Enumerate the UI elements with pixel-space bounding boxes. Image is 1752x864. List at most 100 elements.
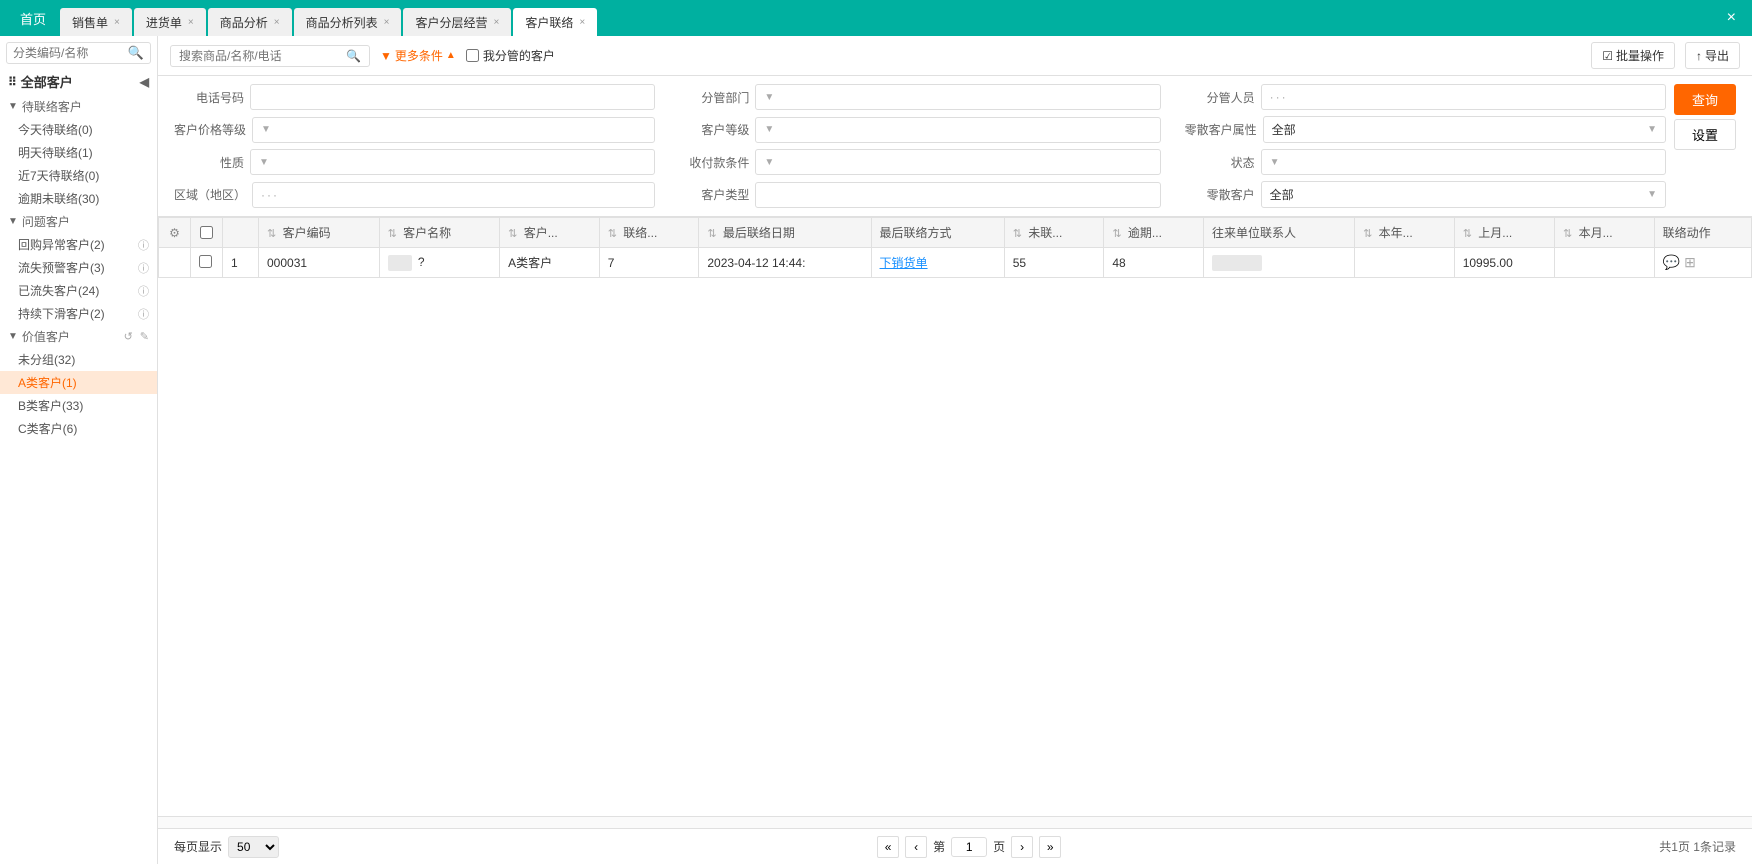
horizontal-scrollbar[interactable] bbox=[158, 816, 1752, 828]
my-customers-filter[interactable]: 我分管的客户 bbox=[466, 47, 555, 64]
grid-action-icon[interactable]: ⊞ bbox=[1684, 254, 1696, 271]
status-select[interactable]: ▼ bbox=[1261, 149, 1666, 175]
col-last-month: ⇅ 上月... bbox=[1454, 218, 1554, 248]
page-number-input[interactable] bbox=[951, 837, 987, 857]
group-problem-customers[interactable]: ▼ 问题客户 bbox=[0, 210, 157, 233]
sidebar-item-churn-warning[interactable]: 流失预警客户(3) ⓘ bbox=[0, 256, 157, 279]
set-button[interactable]: 设置 bbox=[1674, 119, 1736, 150]
retail-customer-select[interactable]: 全部 ▼ bbox=[1261, 181, 1666, 208]
today-label: 今天待联络(0) bbox=[18, 121, 93, 138]
page-size-select[interactable]: 20 50 100 200 bbox=[228, 836, 279, 858]
tab-customer-contact[interactable]: 客户联络 × bbox=[513, 8, 597, 36]
last-method-link[interactable]: 下销货单 bbox=[880, 256, 928, 270]
col-unit-contact: 往来单位联系人 bbox=[1203, 218, 1354, 248]
sidebar-item-declining[interactable]: 持续下滑客户(2) ⓘ bbox=[0, 302, 157, 325]
sidebar-search-icon[interactable]: 🔍 bbox=[128, 45, 144, 61]
tab-purchase[interactable]: 进货单 × bbox=[134, 8, 206, 36]
phone-input[interactable] bbox=[250, 84, 655, 110]
class-b-label: B类客户(33) bbox=[18, 397, 83, 414]
tab-customer-contact-close[interactable]: × bbox=[579, 17, 585, 28]
customer-grade-field: 客户等级 ▼ bbox=[679, 117, 1160, 143]
price-grade-select[interactable]: ▼ bbox=[252, 117, 655, 143]
global-close-button[interactable]: × bbox=[1719, 9, 1744, 27]
gear-icon[interactable]: ⚙ bbox=[169, 226, 180, 240]
col-last-method: 最后联络方式 bbox=[871, 218, 1004, 248]
group-pending-contact[interactable]: ▼ 待联络客户 bbox=[0, 95, 157, 118]
sidebar-item-today[interactable]: 今天待联络(0) bbox=[0, 118, 157, 141]
tab-purchase-close[interactable]: × bbox=[188, 17, 194, 28]
customer-grade-select[interactable]: ▼ bbox=[755, 117, 1160, 143]
sidebar-item-class-b[interactable]: B类客户(33) bbox=[0, 394, 157, 417]
grid-icon: ⠿ bbox=[8, 75, 17, 89]
customer-type-input[interactable] bbox=[755, 182, 1160, 208]
name-text: ? bbox=[418, 255, 425, 269]
tab-customer-segment-close[interactable]: × bbox=[493, 17, 499, 28]
sidebar-search-box[interactable]: 🔍 bbox=[6, 42, 151, 64]
sidebar-item-tomorrow[interactable]: 明天待联络(1) bbox=[0, 141, 157, 164]
tab-sales[interactable]: 销售单 × bbox=[60, 8, 132, 36]
refresh-icon[interactable]: ↺ bbox=[124, 330, 133, 343]
query-button[interactable]: 查询 bbox=[1674, 84, 1736, 115]
all-customers-header[interactable]: ⠿ 全部客户 ◀ bbox=[0, 68, 157, 95]
select-all-checkbox[interactable] bbox=[200, 226, 213, 239]
group-value-customers[interactable]: ▼ 价值客户 ↺ ✎ bbox=[0, 325, 157, 348]
chat-action-icon[interactable]: 💬 bbox=[1663, 254, 1680, 271]
table-header-row: ⚙ ⇅ 客户编码 bbox=[159, 218, 1752, 248]
problem-arrow-icon: ▼ bbox=[8, 216, 18, 227]
col-no-contact-label: 未联... bbox=[1028, 226, 1062, 240]
col-action-label: 联络动作 bbox=[1663, 226, 1711, 240]
tab-analysis-list[interactable]: 商品分析列表 × bbox=[294, 8, 402, 36]
sidebar-collapse-icon[interactable]: ◀ bbox=[140, 75, 149, 89]
batch-action-button[interactable]: ☑ 批量操作 bbox=[1591, 42, 1675, 69]
filter-row-2: 客户价格等级 ▼ 客户等级 ▼ bbox=[174, 116, 1666, 143]
customer-grade-chevron: ▼ bbox=[764, 124, 774, 135]
sidebar-item-class-c[interactable]: C类客户(6) bbox=[0, 417, 157, 440]
tab-sales-close[interactable]: × bbox=[114, 17, 120, 28]
more-filters-button[interactable]: ▼ 更多条件 ▲ bbox=[380, 47, 456, 64]
tab-analysis-close[interactable]: × bbox=[274, 17, 280, 28]
payment-select[interactable]: ▼ bbox=[755, 149, 1160, 175]
col-icon-overdue: ⇅ bbox=[1112, 228, 1121, 240]
retail-attr-select[interactable]: 全部 ▼ bbox=[1263, 116, 1666, 143]
col-icon-this-month: ⇅ bbox=[1563, 228, 1572, 240]
last-page-button[interactable]: » bbox=[1039, 836, 1061, 858]
region-input[interactable]: ··· bbox=[252, 182, 655, 208]
main-search-input[interactable] bbox=[179, 49, 342, 63]
home-tab[interactable]: 首页 bbox=[8, 0, 58, 36]
main-search-box[interactable]: 🔍 bbox=[170, 45, 370, 67]
tab-customer-segment[interactable]: 客户分层经营 × bbox=[403, 8, 511, 36]
prev-page-button[interactable]: ‹ bbox=[905, 836, 927, 858]
sidebar-item-7days[interactable]: 近7天待联络(0) bbox=[0, 164, 157, 187]
col-this-month-label: 本月... bbox=[1579, 226, 1613, 240]
next-page-button[interactable]: › bbox=[1011, 836, 1033, 858]
cell-no-contact: 55 bbox=[1004, 248, 1104, 278]
export-button[interactable]: ↑ 导出 bbox=[1685, 42, 1740, 69]
sidebar-item-repurchase-abnormal[interactable]: 回购异常客户(2) ⓘ bbox=[0, 233, 157, 256]
first-page-button[interactable]: « bbox=[877, 836, 899, 858]
name-avatar bbox=[388, 255, 412, 271]
overdue-label: 逾期未联络(30) bbox=[18, 190, 99, 207]
person-input[interactable]: ··· bbox=[1261, 84, 1666, 110]
row-checkbox[interactable] bbox=[199, 255, 212, 268]
nature-select[interactable]: ▼ bbox=[250, 149, 655, 175]
tab-analysis[interactable]: 商品分析 × bbox=[208, 8, 292, 36]
dept-select[interactable]: ▼ bbox=[755, 84, 1160, 110]
my-customers-checkbox[interactable] bbox=[466, 49, 479, 62]
edit-icon[interactable]: ✎ bbox=[140, 330, 149, 343]
cell-actions: 💬 ⊞ bbox=[1654, 248, 1751, 278]
col-last-date-label: 最后联络日期 bbox=[723, 226, 795, 240]
phone-label: 电话号码 bbox=[174, 89, 244, 106]
sidebar-item-unclassified[interactable]: 未分组(32) bbox=[0, 348, 157, 371]
sidebar-search-input[interactable] bbox=[13, 46, 124, 60]
export-label: 导出 bbox=[1705, 47, 1729, 64]
tab-purchase-label: 进货单 bbox=[146, 14, 182, 31]
region-dots: ··· bbox=[261, 188, 279, 202]
pagination-area: « ‹ 第 页 › » bbox=[877, 836, 1061, 858]
tab-analysis-list-close[interactable]: × bbox=[384, 17, 390, 28]
payment-field: 收付款条件 ▼ bbox=[679, 149, 1160, 175]
all-customers-label: 全部客户 bbox=[21, 72, 73, 91]
sidebar-item-overdue[interactable]: 逾期未联络(30) bbox=[0, 187, 157, 210]
sidebar-item-class-a[interactable]: A类客户(1) bbox=[0, 371, 157, 394]
main-search-icon[interactable]: 🔍 bbox=[346, 49, 361, 63]
sidebar-item-churned[interactable]: 已流失客户(24) ⓘ bbox=[0, 279, 157, 302]
